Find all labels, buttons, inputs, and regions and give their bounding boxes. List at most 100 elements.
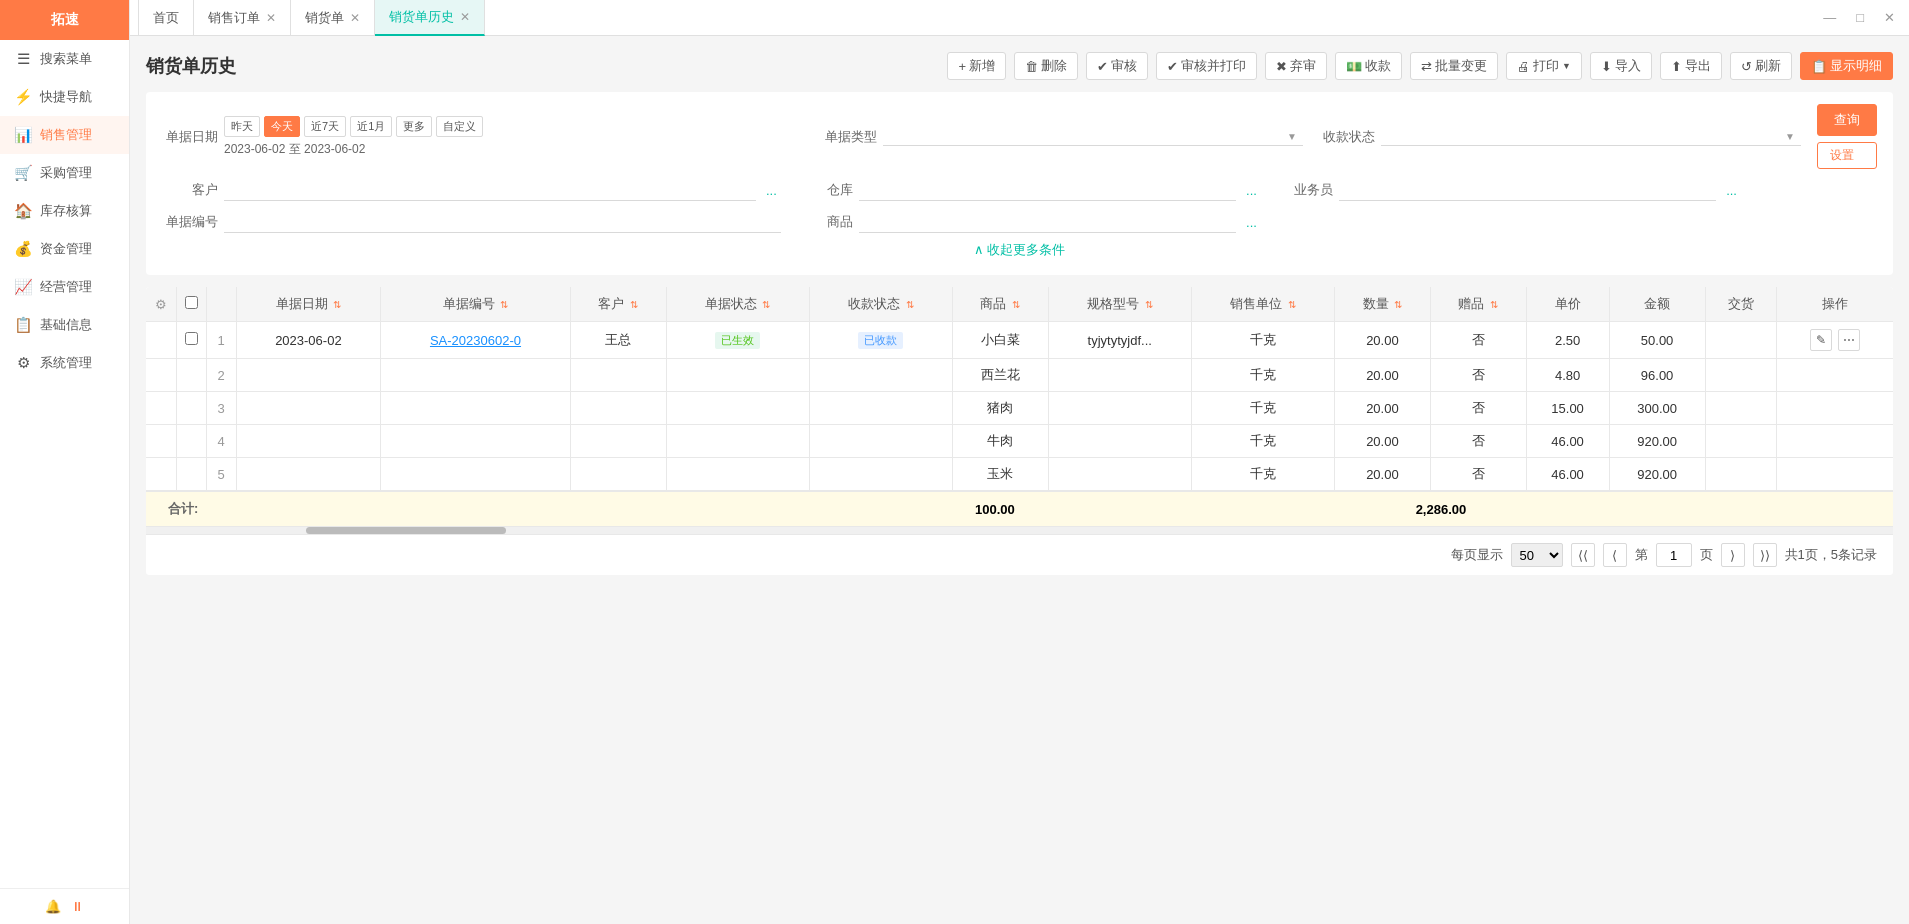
setting-button[interactable]: 设置 — [1817, 142, 1877, 169]
export-button[interactable]: ⬆ 导出 — [1660, 52, 1722, 80]
date-btn-yesterday[interactable]: 昨天 — [224, 116, 260, 137]
filter-collapse[interactable]: ∧ 收起更多条件 — [162, 237, 1877, 263]
tab-sales-order[interactable]: 销售订单 ✕ — [194, 0, 291, 36]
warehouse-ellipsis[interactable]: ... — [1242, 183, 1261, 198]
tab-sales-goods-close[interactable]: ✕ — [350, 11, 360, 25]
import-button[interactable]: ⬇ 导入 — [1590, 52, 1652, 80]
table-header-spec[interactable]: 规格型号 ⇅ — [1048, 287, 1191, 322]
audit-print-button[interactable]: ✔ 审核并打印 — [1156, 52, 1257, 80]
row-checkbox-cell[interactable] — [176, 392, 206, 425]
audit-button[interactable]: ✔ 审核 — [1086, 52, 1148, 80]
row-settings-cell — [146, 322, 176, 359]
notification-icon[interactable]: 🔔 — [45, 899, 61, 914]
tab-home[interactable]: 首页 — [138, 0, 194, 36]
doc-no-input[interactable] — [224, 211, 781, 233]
batch-change-button[interactable]: ⇄ 批量变更 — [1410, 52, 1498, 80]
prev-page-button[interactable]: ⟨ — [1603, 543, 1627, 567]
doc-no-link[interactable]: SA-20230602-0 — [430, 333, 521, 348]
date-btn-1month[interactable]: 近1月 — [350, 116, 392, 137]
table-header-date[interactable]: 单据日期 ⇅ — [236, 287, 381, 322]
goods-input[interactable] — [859, 211, 1236, 233]
scrollbar-thumb[interactable] — [306, 527, 506, 534]
date-btn-more[interactable]: 更多 — [396, 116, 432, 137]
row-action-cell — [1776, 458, 1893, 491]
sidebar-item-finance[interactable]: 💰 资金管理 — [0, 230, 129, 268]
sidebar-item-label: 库存核算 — [40, 202, 92, 220]
pay-status-select[interactable]: ▼ — [1381, 128, 1801, 146]
sidebar-item-search-menu[interactable]: ☰ 搜索菜单 — [0, 40, 129, 78]
table-header-gift[interactable]: 赠品 ⇅ — [1430, 287, 1526, 322]
row-doc-no-cell[interactable] — [381, 359, 571, 392]
sidebar-item-purchase-mgmt[interactable]: 🛒 采购管理 — [0, 154, 129, 192]
table-header-checkbox[interactable] — [176, 287, 206, 322]
row-checkbox-cell[interactable] — [176, 425, 206, 458]
last-page-button[interactable]: ⟩⟩ — [1753, 543, 1777, 567]
table-header-unit[interactable]: 销售单位 ⇅ — [1191, 287, 1334, 322]
window-minimize[interactable]: — — [1817, 8, 1842, 27]
row-qty-cell: 20.00 — [1335, 322, 1431, 359]
print-button[interactable]: 🖨 打印 ▼ — [1506, 52, 1582, 80]
sidebar-item-quick-nav[interactable]: ⚡ 快捷导航 — [0, 78, 129, 116]
horizontal-scrollbar[interactable] — [146, 526, 1893, 534]
warehouse-input[interactable] — [859, 179, 1236, 201]
sidebar-item-basic-info[interactable]: 📋 基础信息 — [0, 306, 129, 344]
page-number-input[interactable] — [1656, 543, 1692, 567]
sidebar-item-sys-mgmt[interactable]: ⚙ 系统管理 — [0, 344, 129, 382]
salesperson-ellipsis[interactable]: ... — [1722, 183, 1741, 198]
row-action-cell — [1776, 359, 1893, 392]
query-button[interactable]: 查询 — [1817, 104, 1877, 136]
date-btn-7days[interactable]: 近7天 — [304, 116, 346, 137]
refresh-button[interactable]: ↺ 刷新 — [1730, 52, 1792, 80]
table-header-goods[interactable]: 商品 ⇅ — [952, 287, 1048, 322]
basic-info-icon: 📋 — [14, 316, 32, 334]
sidebar-item-operation[interactable]: 📈 经营管理 — [0, 268, 129, 306]
row-more-button[interactable]: ⋯ — [1838, 329, 1860, 351]
warehouse-label: 仓库 — [797, 181, 853, 199]
row-checkbox[interactable] — [185, 332, 198, 345]
tab-sales-history-close[interactable]: ✕ — [460, 10, 470, 24]
sidebar-item-inventory[interactable]: 🏠 库存核算 — [0, 192, 129, 230]
row-edit-button[interactable]: ✎ — [1810, 329, 1832, 351]
goods-ellipsis[interactable]: ... — [1242, 215, 1261, 230]
date-btn-today[interactable]: 今天 — [264, 116, 300, 137]
table-header-pay-status[interactable]: 收款状态 ⇅ — [809, 287, 952, 322]
table-header-customer[interactable]: 客户 ⇅ — [570, 287, 666, 322]
abandon-button[interactable]: ✖ 弃审 — [1265, 52, 1327, 80]
customer-ellipsis[interactable]: ... — [762, 183, 781, 198]
add-button[interactable]: + 新增 — [947, 52, 1006, 80]
row-doc-no-cell[interactable] — [381, 392, 571, 425]
table-header-settings[interactable]: ⚙ — [146, 287, 176, 322]
row-checkbox-cell[interactable] — [176, 458, 206, 491]
table-settings-icon[interactable]: ⚙ — [155, 297, 167, 312]
window-close[interactable]: ✕ — [1878, 8, 1901, 27]
next-page-button[interactable]: ⟩ — [1721, 543, 1745, 567]
filter-doc-no: 单据编号 — [162, 211, 781, 233]
table-header-doc-status[interactable]: 单据状态 ⇅ — [666, 287, 809, 322]
delete-button[interactable]: 🗑 删除 — [1014, 52, 1078, 80]
collect-button[interactable]: 💵 收款 — [1335, 52, 1402, 80]
row-checkbox-cell[interactable] — [176, 322, 206, 359]
customer-input[interactable] — [224, 179, 756, 201]
table-header-doc-no[interactable]: 单据编号 ⇅ — [381, 287, 571, 322]
tab-sales-history[interactable]: 销货单历史 ✕ — [375, 0, 485, 36]
sidebar-item-sales-mgmt[interactable]: 📊 销售管理 — [0, 116, 129, 154]
print-icon: 🖨 — [1517, 59, 1530, 74]
table-header-qty[interactable]: 数量 ⇅ — [1335, 287, 1431, 322]
row-doc-no-cell[interactable] — [381, 425, 571, 458]
salesperson-input[interactable] — [1339, 179, 1716, 201]
window-maximize[interactable]: □ — [1850, 8, 1870, 27]
tab-sales-order-close[interactable]: ✕ — [266, 11, 276, 25]
row-doc-no-cell[interactable] — [381, 458, 571, 491]
row-pay-status-cell — [809, 359, 952, 392]
pause-icon[interactable]: ⏸ — [71, 899, 84, 914]
per-page-select[interactable]: 50 100 200 — [1511, 543, 1563, 567]
row-checkbox-cell[interactable] — [176, 359, 206, 392]
date-btn-custom[interactable]: 自定义 — [436, 116, 483, 137]
filter-row-2: 客户 ... 仓库 ... 业务员 ... — [162, 179, 1877, 201]
select-all-checkbox[interactable] — [185, 296, 198, 309]
tab-sales-goods[interactable]: 销货单 ✕ — [291, 0, 375, 36]
doc-type-select[interactable]: ▼ — [883, 128, 1303, 146]
row-doc-no-cell[interactable]: SA-20230602-0 — [381, 322, 571, 359]
first-page-button[interactable]: ⟨⟨ — [1571, 543, 1595, 567]
show-detail-button[interactable]: 📋 显示明细 — [1800, 52, 1893, 80]
